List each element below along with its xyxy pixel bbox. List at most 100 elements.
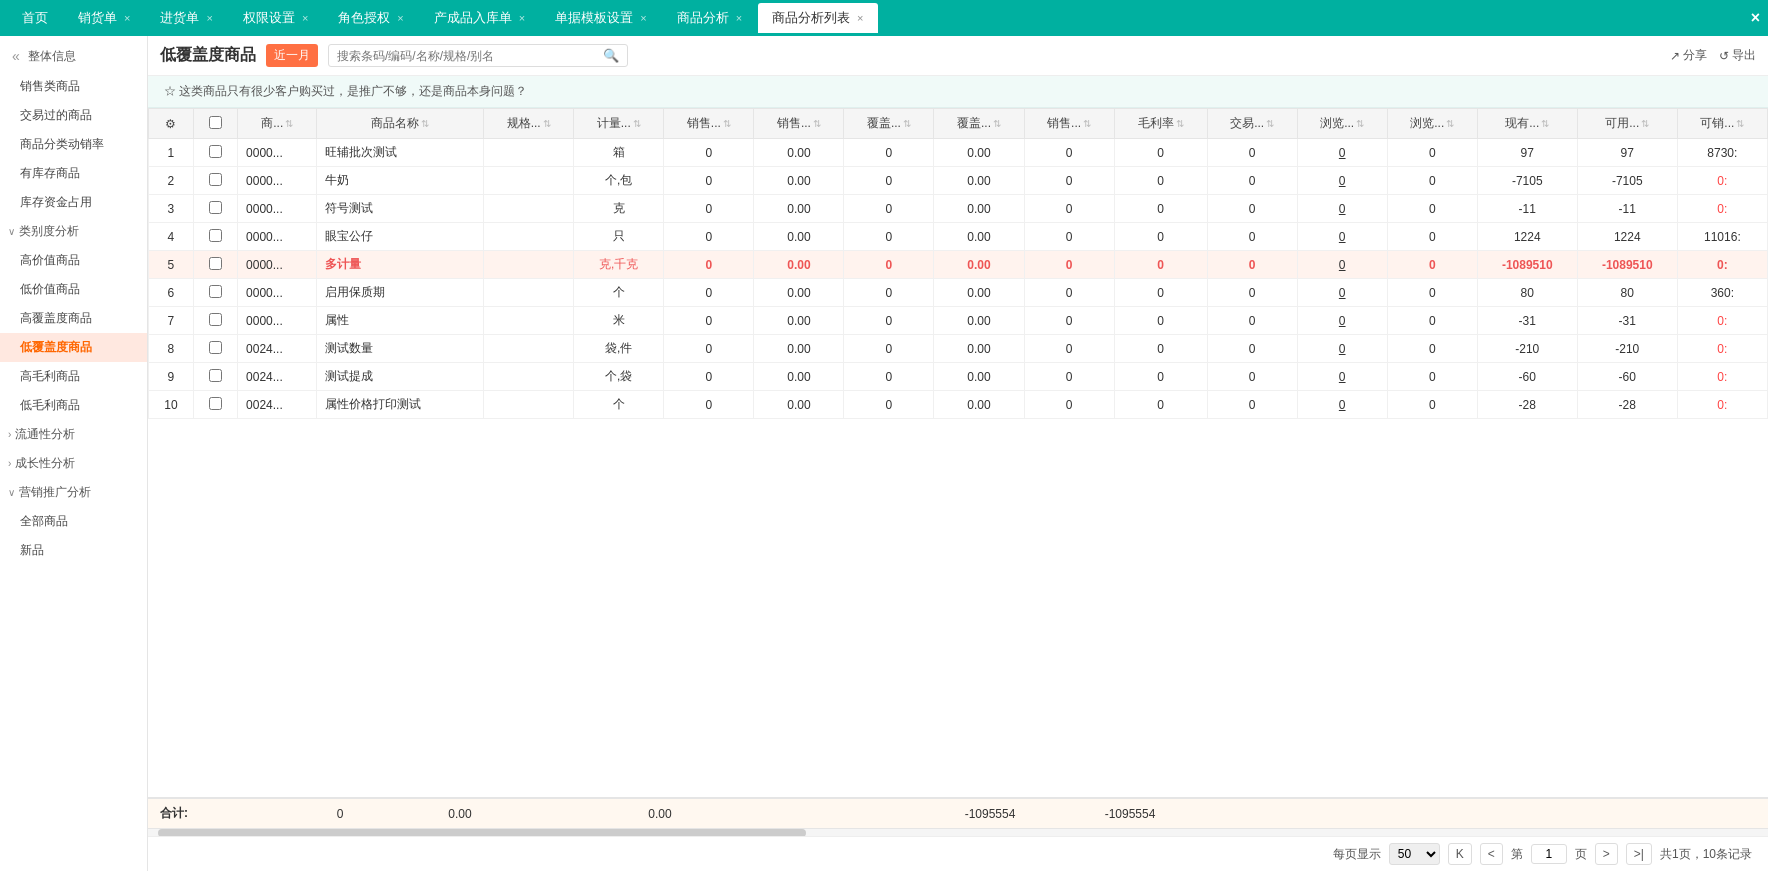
row-checkbox[interactable] [209, 145, 222, 158]
row-checkbox[interactable] [209, 369, 222, 382]
share-button[interactable]: ↗ 分享 [1670, 47, 1707, 64]
col-margin[interactable]: 毛利率⇅ [1114, 109, 1207, 139]
nav-tab-inbound[interactable]: 产成品入库单 × [420, 3, 539, 33]
sidebar-item-high-margin[interactable]: 高毛利商品 [0, 362, 147, 391]
sidebar-collapse-btn[interactable]: « [8, 46, 24, 66]
browse1-link[interactable]: 0 [1339, 202, 1346, 216]
close-sales-tab-icon[interactable]: × [124, 12, 130, 24]
cell-browse1[interactable]: 0 [1297, 223, 1387, 251]
sidebar-item-new-goods[interactable]: 新品 [0, 536, 147, 565]
col-sales-qty[interactable]: 销售...⇅ [664, 109, 754, 139]
cell-checkbox[interactable] [193, 195, 237, 223]
row-checkbox[interactable] [209, 257, 222, 270]
col-checkbox[interactable] [193, 109, 237, 139]
sidebar-item-high-coverage[interactable]: 高覆盖度商品 [0, 304, 147, 333]
close-template-tab-icon[interactable]: × [640, 12, 646, 24]
page-number-input[interactable] [1531, 844, 1567, 864]
col-sales-num[interactable]: 销售...⇅ [1024, 109, 1114, 139]
sidebar-section-marketing[interactable]: ∨ 营销推广分析 [0, 478, 147, 507]
close-purchase-tab-icon[interactable]: × [206, 12, 212, 24]
select-all-checkbox[interactable] [209, 116, 222, 129]
cell-checkbox[interactable] [193, 363, 237, 391]
nav-tab-sales[interactable]: 销货单 × [64, 3, 144, 33]
cell-browse1[interactable]: 0 [1297, 391, 1387, 419]
col-browse1[interactable]: 浏览...⇅ [1297, 109, 1387, 139]
row-checkbox[interactable] [209, 397, 222, 410]
browse1-link[interactable]: 0 [1339, 342, 1346, 356]
col-sku[interactable]: 商...⇅ [238, 109, 317, 139]
browse1-link[interactable]: 0 [1339, 286, 1346, 300]
sidebar-item-category-rate[interactable]: 商品分类动销率 [0, 130, 147, 159]
sidebar-section-flow[interactable]: › 流通性分析 [0, 420, 147, 449]
sidebar-section-growth[interactable]: › 成长性分析 [0, 449, 147, 478]
nav-tab-analysis[interactable]: 商品分析 × [663, 3, 756, 33]
nav-tab-purchase[interactable]: 进货单 × [146, 3, 226, 33]
cell-browse1[interactable]: 0 [1297, 279, 1387, 307]
nav-tab-template[interactable]: 单据模板设置 × [541, 3, 660, 33]
sidebar-item-sales-goods[interactable]: 销售类商品 [0, 72, 147, 101]
sidebar-item-stock-capital[interactable]: 库存资金占用 [0, 188, 147, 217]
first-page-button[interactable]: K [1448, 843, 1472, 865]
time-filter-button[interactable]: 近一月 [266, 44, 318, 67]
row-checkbox[interactable] [209, 229, 222, 242]
prev-page-button[interactable]: < [1480, 843, 1503, 865]
nav-tab-home[interactable]: 首页 [8, 3, 62, 33]
cell-checkbox[interactable] [193, 251, 237, 279]
nav-tab-role[interactable]: 角色授权 × [324, 3, 417, 33]
cell-checkbox[interactable] [193, 139, 237, 167]
col-cover1[interactable]: 覆盖...⇅ [844, 109, 934, 139]
table-container[interactable]: ⚙ 商...⇅ 商品名称⇅ 规格...⇅ 计量...⇅ 销售...⇅ 销售...… [148, 108, 1768, 797]
last-page-button[interactable]: >| [1626, 843, 1652, 865]
col-stock1[interactable]: 现有...⇅ [1477, 109, 1577, 139]
row-checkbox[interactable] [209, 313, 222, 326]
col-browse2[interactable]: 浏览...⇅ [1387, 109, 1477, 139]
row-checkbox[interactable] [209, 341, 222, 354]
search-input[interactable] [337, 49, 599, 63]
row-checkbox[interactable] [209, 173, 222, 186]
col-settings[interactable]: ⚙ [149, 109, 194, 139]
sidebar-section-category[interactable]: ∨ 类别度分析 [0, 217, 147, 246]
cell-browse1[interactable]: 0 [1297, 335, 1387, 363]
close-analysis-list-tab-icon[interactable]: × [857, 12, 863, 24]
cell-checkbox[interactable] [193, 167, 237, 195]
close-inbound-tab-icon[interactable]: × [519, 12, 525, 24]
nav-tab-analysis-list[interactable]: 商品分析列表 × [758, 3, 877, 33]
col-spec[interactable]: 规格...⇅ [484, 109, 574, 139]
sidebar-item-in-stock[interactable]: 有库存商品 [0, 159, 147, 188]
browse1-link[interactable]: 0 [1339, 370, 1346, 384]
sidebar-item-low-value[interactable]: 低价值商品 [0, 275, 147, 304]
next-page-button[interactable]: > [1595, 843, 1618, 865]
cell-browse1[interactable]: 0 [1297, 139, 1387, 167]
close-all-tabs-button[interactable]: × [1751, 9, 1760, 27]
cell-checkbox[interactable] [193, 391, 237, 419]
row-checkbox[interactable] [209, 201, 222, 214]
per-page-select[interactable]: 50 10 20 100 [1389, 843, 1440, 865]
col-trade[interactable]: 交易...⇅ [1207, 109, 1297, 139]
export-button[interactable]: ↺ 导出 [1719, 47, 1756, 64]
sidebar-item-low-margin[interactable]: 低毛利商品 [0, 391, 147, 420]
cell-browse1[interactable]: 0 [1297, 251, 1387, 279]
col-stock2[interactable]: 可用...⇅ [1577, 109, 1677, 139]
close-role-tab-icon[interactable]: × [397, 12, 403, 24]
browse1-link[interactable]: 0 [1339, 174, 1346, 188]
cell-checkbox[interactable] [193, 223, 237, 251]
cell-browse1[interactable]: 0 [1297, 195, 1387, 223]
col-sales-amt[interactable]: 销售...⇅ [754, 109, 844, 139]
cell-browse1[interactable]: 0 [1297, 307, 1387, 335]
nav-tab-permission[interactable]: 权限设置 × [229, 3, 322, 33]
sidebar-item-traded-goods[interactable]: 交易过的商品 [0, 101, 147, 130]
col-sellable[interactable]: 可销...⇅ [1677, 109, 1767, 139]
close-permission-tab-icon[interactable]: × [302, 12, 308, 24]
horizontal-scrollbar[interactable] [148, 828, 1768, 836]
col-cover2[interactable]: 覆盖...⇅ [934, 109, 1024, 139]
browse1-link[interactable]: 0 [1339, 146, 1346, 160]
cell-browse1[interactable]: 0 [1297, 363, 1387, 391]
col-name[interactable]: 商品名称⇅ [317, 109, 484, 139]
browse1-link[interactable]: 0 [1339, 398, 1346, 412]
cell-checkbox[interactable] [193, 307, 237, 335]
sidebar-item-all-goods[interactable]: 全部商品 [0, 507, 147, 536]
cell-browse1[interactable]: 0 [1297, 167, 1387, 195]
cell-checkbox[interactable] [193, 279, 237, 307]
close-analysis-tab-icon[interactable]: × [736, 12, 742, 24]
browse1-link[interactable]: 0 [1339, 258, 1346, 272]
